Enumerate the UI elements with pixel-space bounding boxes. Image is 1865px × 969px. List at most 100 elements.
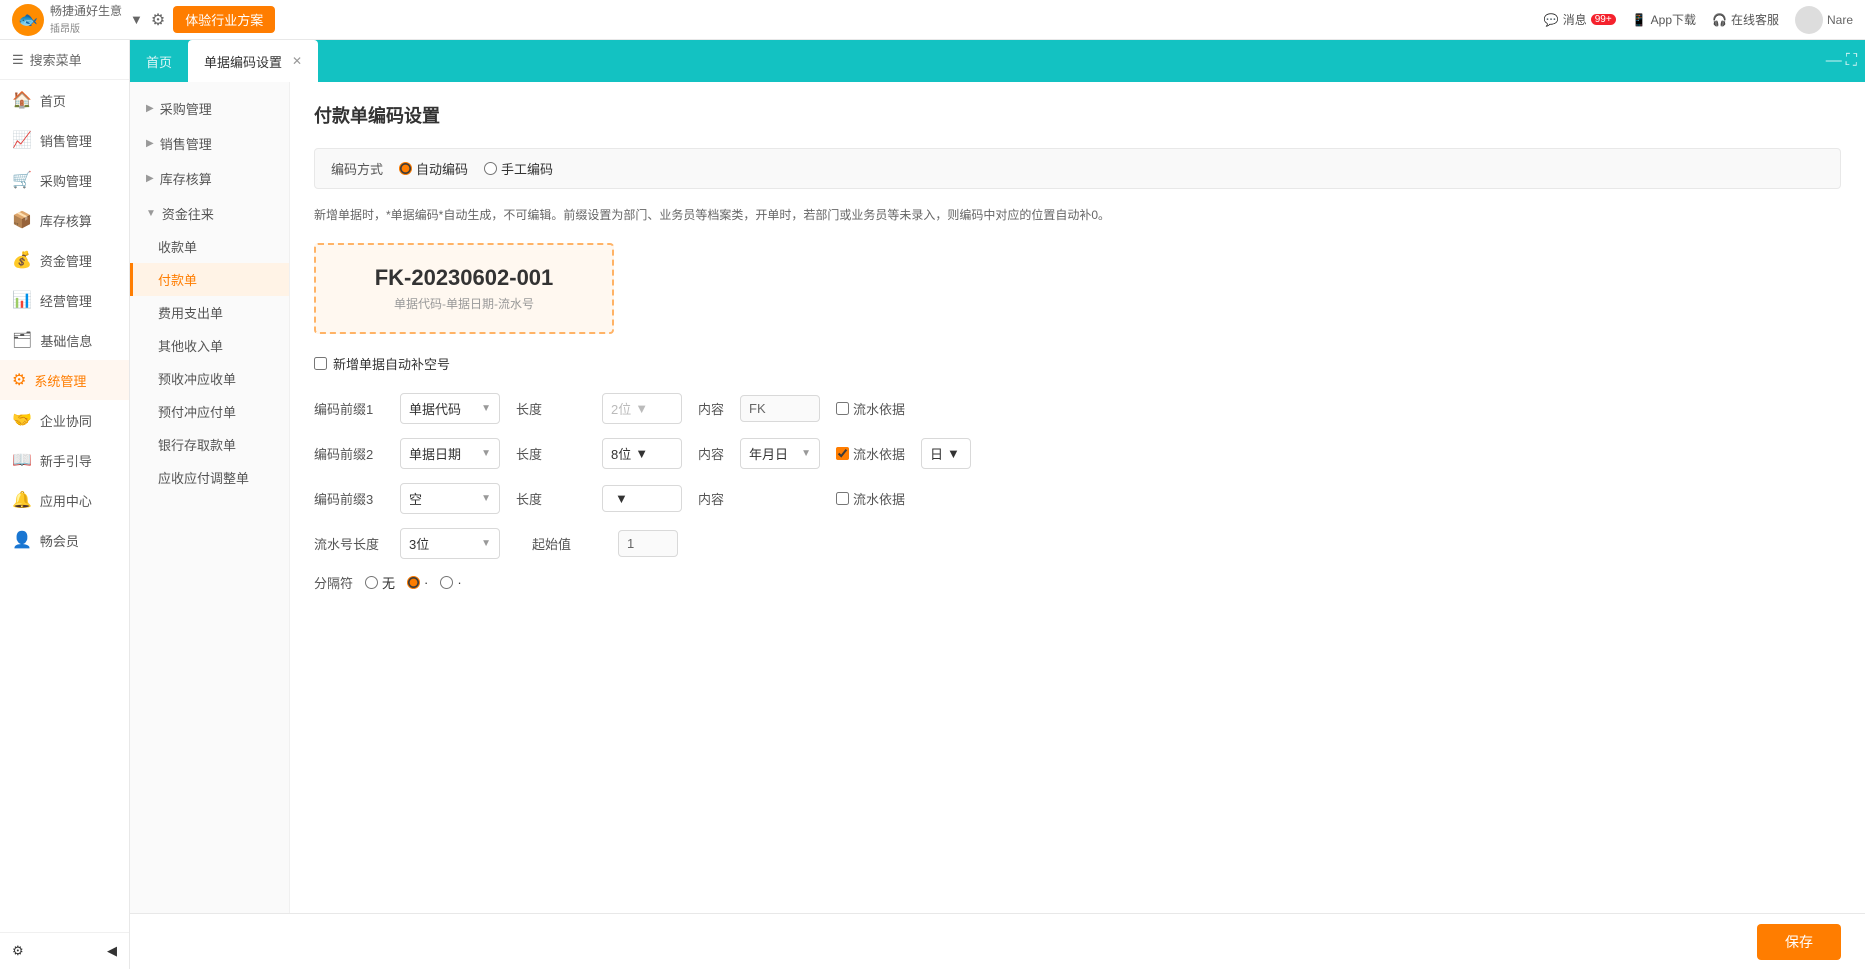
tab-code-setting[interactable]: 单据编码设置 ✕ — [188, 40, 318, 82]
tab-bar: 首页 单据编码设置 ✕ — ⛶ — [130, 40, 1865, 82]
sidebar-label-system: 系统管理 — [34, 371, 86, 390]
left-nav-purchase-header[interactable]: ▶ 采购管理 — [130, 92, 289, 125]
top-bar: 🐟 畅捷通好生意 插昂版 ▼ ⚙ 体验行业方案 💬 消息 99+ 📱 App下载… — [0, 0, 1865, 40]
sep-dash-input[interactable] — [407, 576, 420, 589]
prefix3-select[interactable]: 空 ▼ — [400, 483, 500, 514]
left-nav-group-capital: ▼ 资金往来 收款单 付款单 费用支出单 其他收入单 预收冲应收单 预付冲应付单… — [130, 197, 289, 494]
left-nav-capital-header[interactable]: ▼ 资金往来 — [130, 197, 289, 230]
brand-dropdown-arrow[interactable]: ▼ — [130, 12, 143, 27]
serial-length-value: 3位 — [409, 534, 429, 553]
top-bar-right: 💬 消息 99+ 📱 App下载 🎧 在线客服 Nare — [1544, 6, 1853, 34]
sep-none-input[interactable] — [365, 576, 378, 589]
message-label: 消息 — [1563, 11, 1587, 28]
content2-value: 年月日 — [749, 444, 788, 463]
sidebar-label-enterprise: 企业协同 — [40, 411, 92, 430]
sidebar-item-business[interactable]: 📊 经营管理 — [0, 280, 129, 320]
serial-length-label: 流水号长度 — [314, 534, 384, 553]
left-nav-item-expense[interactable]: 费用支出单 — [130, 296, 289, 329]
collapse-icon[interactable]: ◀ — [107, 943, 117, 959]
sidebar-item-member[interactable]: 👤 畅会员 — [0, 520, 129, 560]
sidebar-item-inventory[interactable]: 📦 库存核算 — [0, 200, 129, 240]
length1-box: 2位 ▼ — [602, 393, 682, 424]
stream2-checkbox[interactable]: 流水依据 — [836, 444, 905, 463]
app-download-button[interactable]: 📱 App下载 — [1632, 11, 1696, 28]
serial-length-select[interactable]: 3位 ▼ — [400, 528, 500, 559]
sidebar-item-enterprise[interactable]: 🤝 企业协同 — [0, 400, 129, 440]
sep-dot-radio[interactable]: · — [440, 575, 461, 590]
stream3-input[interactable] — [836, 492, 849, 505]
sidebar-item-basic[interactable]: 🗂 基础信息 — [0, 320, 129, 360]
content2-arrow-icon: ▼ — [801, 448, 811, 459]
manual-code-radio[interactable]: 手工编码 — [484, 159, 553, 178]
sep-dot-label: · — [457, 575, 461, 590]
message-icon: 💬 — [1544, 13, 1559, 27]
serial-arrow-icon: ▼ — [481, 538, 491, 549]
left-nav-sales-header[interactable]: ▶ 销售管理 — [130, 127, 289, 160]
left-nav-item-other-income[interactable]: 其他收入单 — [130, 329, 289, 362]
sep-none-radio[interactable]: 无 — [365, 573, 395, 592]
tab-maximize-icon[interactable]: ⛶ — [1846, 52, 1857, 70]
tab-minimize-icon[interactable]: — — [1826, 52, 1842, 70]
stream2-period-select[interactable]: 日 ▼ — [921, 438, 971, 469]
stock-nav-label: 库存核算 — [160, 169, 212, 188]
sidebar-item-finance[interactable]: 💰 资金管理 — [0, 240, 129, 280]
stream3-checkbox[interactable]: 流水依据 — [836, 489, 905, 508]
auto-code-input[interactable] — [399, 162, 412, 175]
user-area[interactable]: Nare — [1795, 6, 1853, 34]
left-nav-item-adjust[interactable]: 应收应付调整单 — [130, 461, 289, 494]
apps-icon: 🔔 — [12, 490, 32, 510]
stream1-checkbox[interactable]: 流水依据 — [836, 399, 905, 418]
stream1-label: 流水依据 — [853, 399, 905, 418]
sidebar-bottom: ⚙ ◀ — [0, 932, 129, 969]
settings-bottom-icon[interactable]: ⚙ — [12, 943, 24, 959]
tab-bar-controls: — ⛶ — [1826, 52, 1865, 70]
left-nav-item-bank[interactable]: 银行存取款单 — [130, 428, 289, 461]
sidebar-item-sales[interactable]: 📈 销售管理 — [0, 120, 129, 160]
purchase-arrow-icon: ▶ — [146, 103, 154, 114]
sidebar-label-purchase: 采购管理 — [40, 171, 92, 190]
sidebar-label-basic: 基础信息 — [40, 331, 92, 350]
save-button[interactable]: 保存 — [1757, 924, 1841, 960]
encoding-method-label: 编码方式 — [331, 159, 383, 178]
stream1-input[interactable] — [836, 402, 849, 415]
content-area: 首页 单据编码设置 ✕ — ⛶ ▶ 采购管理 — [130, 40, 1865, 969]
sidebar-item-purchase[interactable]: 🛒 采购管理 — [0, 160, 129, 200]
capital-arrow-icon: ▼ — [146, 208, 156, 219]
sidebar-item-home[interactable]: 🏠 首页 — [0, 80, 129, 120]
length3-box[interactable]: ▼ — [602, 485, 682, 512]
length2-box[interactable]: 8位 ▼ — [602, 438, 682, 469]
message-button[interactable]: 💬 消息 99+ — [1544, 11, 1616, 28]
prefix1-select[interactable]: 单据代码 ▼ — [400, 393, 500, 424]
auto-fill-label: 新增单据自动补空号 — [333, 354, 450, 373]
manual-code-input[interactable] — [484, 162, 497, 175]
sidebar-item-apps[interactable]: 🔔 应用中心 — [0, 480, 129, 520]
bottom-bar: 保存 — [130, 913, 1865, 969]
online-service-button[interactable]: 🎧 在线客服 — [1712, 11, 1779, 28]
info-text: 新增单据时，*单据编码*自动生成，不可编辑。前缀设置为部门、业务员等档案类，开单… — [314, 205, 1841, 227]
sidebar-item-system[interactable]: ⚙ 系统管理 — [0, 360, 129, 400]
search-menu-button[interactable]: ☰ 搜索菜单 — [0, 40, 129, 80]
start-value-input[interactable]: 1 — [618, 530, 678, 557]
length1-value: 2位 — [611, 399, 631, 418]
trial-button[interactable]: 体验行业方案 — [173, 6, 275, 33]
gear-icon[interactable]: ⚙ — [151, 10, 165, 30]
content2-select[interactable]: 年月日 ▼ — [740, 438, 820, 469]
auto-fill-checkbox[interactable] — [314, 357, 327, 370]
sep-dash-radio[interactable]: · — [407, 575, 428, 590]
left-nav-item-receipt[interactable]: 收款单 — [130, 230, 289, 263]
content1-label: 内容 — [698, 399, 724, 418]
tab-home[interactable]: 首页 — [130, 40, 188, 82]
tab-close-icon[interactable]: ✕ — [292, 54, 302, 68]
stream2-input[interactable] — [836, 447, 849, 460]
left-nav-stock-header[interactable]: ▶ 库存核算 — [130, 162, 289, 195]
sep-dot-input[interactable] — [440, 576, 453, 589]
left-nav-item-advance-offset[interactable]: 预付冲应付单 — [130, 395, 289, 428]
sales-nav-label: 销售管理 — [160, 134, 212, 153]
length2-label: 长度 — [516, 444, 586, 463]
auto-code-radio[interactable]: 自动编码 — [399, 159, 468, 178]
sidebar-item-guide[interactable]: 📖 新手引导 — [0, 440, 129, 480]
prefix2-select[interactable]: 单据日期 ▼ — [400, 438, 500, 469]
left-nav-item-payment[interactable]: 付款单 — [130, 263, 289, 296]
tab-home-label: 首页 — [146, 52, 172, 71]
left-nav-item-prepay-offset[interactable]: 预收冲应收单 — [130, 362, 289, 395]
